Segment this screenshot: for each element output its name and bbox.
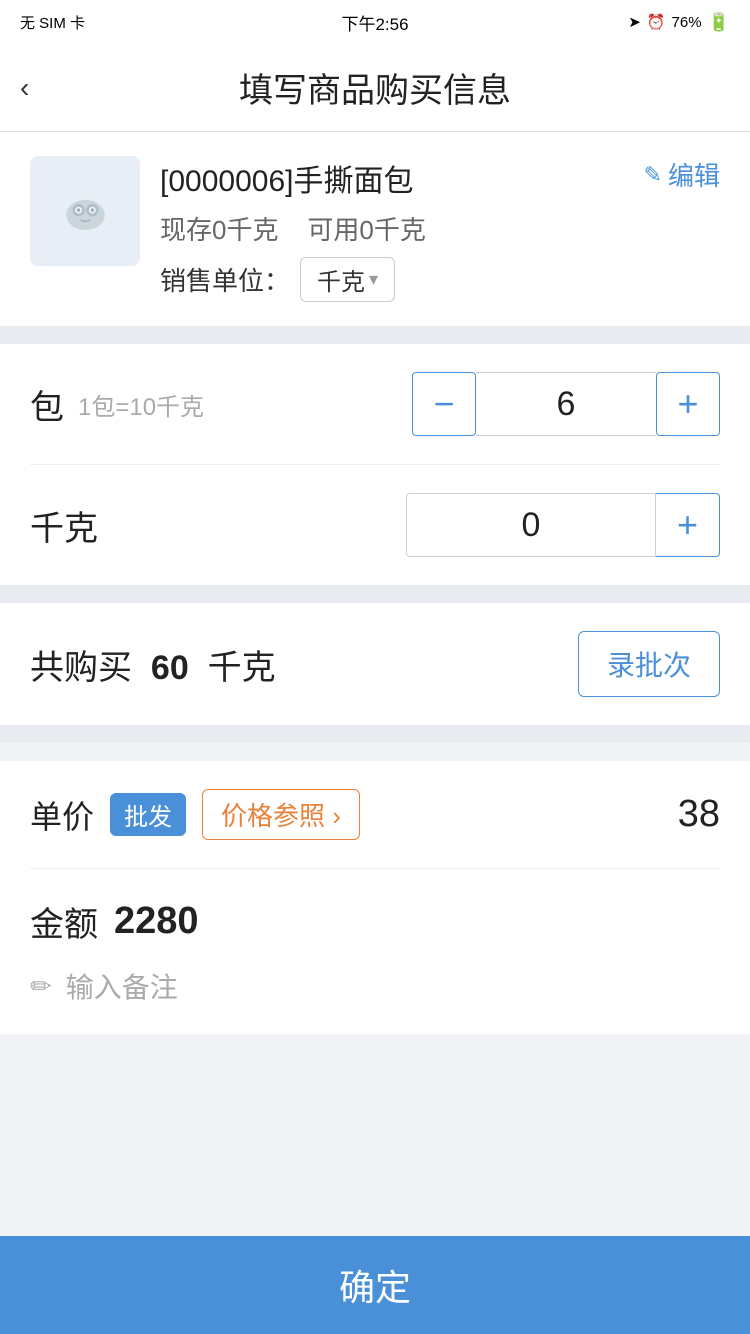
battery-label: 76%: [672, 14, 702, 31]
kg-quantity-input[interactable]: [406, 493, 656, 557]
summary-section: 共购买 60 千克 录批次: [0, 603, 750, 725]
pencil-icon: ✏: [30, 971, 52, 1002]
bao-label: 包 1包=10千克: [30, 380, 412, 429]
amount-label: 金额: [30, 897, 98, 946]
kg-input-row: 千克 +: [30, 465, 720, 585]
price-row: 单价 批发 价格参照 › 38: [30, 789, 720, 869]
summary-text: 共购买 60 千克: [30, 640, 276, 689]
status-right: ➤ ⏰ 76% 🔋: [628, 12, 730, 33]
batch-button[interactable]: 录批次: [578, 631, 720, 697]
product-info: [0000006]手撕面包 现存0千克 可用0千克 销售单位： 千克 ▾: [160, 156, 720, 302]
product-card-wrapper: [0000006]手撕面包 现存0千克 可用0千克 销售单位： 千克 ▾ ✎ 编…: [0, 132, 750, 326]
status-left: 无 SIM 卡: [20, 12, 93, 33]
price-section: 单价 批发 价格参照 › 38: [0, 761, 750, 869]
page-title: 填写商品购买信息: [239, 63, 511, 112]
price-value: 38: [678, 793, 720, 836]
status-bar: 无 SIM 卡 下午2:56 ➤ ⏰ 76% 🔋: [0, 0, 750, 44]
bao-increase-button[interactable]: +: [656, 372, 720, 436]
unit-selector[interactable]: 千克 ▾: [300, 257, 395, 302]
section-divider-1: [0, 326, 750, 344]
confirm-button[interactable]: 确定: [0, 1236, 750, 1334]
remark-placeholder: 输入备注: [66, 966, 178, 1006]
chevron-down-icon: ▾: [369, 269, 378, 290]
main-spacer: [0, 1034, 750, 1234]
back-button[interactable]: ‹: [20, 72, 29, 104]
bao-decrease-button[interactable]: −: [412, 372, 476, 436]
amount-section: 金额 2280 ✏ 输入备注: [0, 869, 750, 1034]
alarm-icon: ⏰: [647, 13, 666, 31]
edit-icon: ✎: [644, 162, 662, 188]
confirm-label: 确定: [339, 1259, 411, 1311]
product-logo-icon: [58, 184, 113, 239]
kg-increase-button[interactable]: +: [656, 493, 720, 557]
section-divider-2: [0, 585, 750, 603]
price-reference-button[interactable]: 价格参照 ›: [202, 789, 360, 840]
nav-bar: ‹ 填写商品购买信息: [0, 44, 750, 132]
price-type-badge: 批发: [110, 793, 186, 836]
remark-row[interactable]: ✏ 输入备注: [30, 966, 720, 1006]
product-unit-row: 销售单位： 千克 ▾: [160, 257, 720, 302]
quantity-section: 包 1包=10千克 − + 千克 +: [0, 344, 750, 585]
carrier-label: 无 SIM 卡: [20, 12, 85, 33]
battery-icon: 🔋: [708, 12, 730, 33]
product-name: [0000006]手撕面包: [160, 156, 720, 200]
amount-row: 金额 2280: [30, 897, 720, 946]
amount-value: 2280: [114, 900, 199, 943]
kg-quantity-control: +: [406, 493, 720, 557]
kg-label: 千克: [30, 501, 406, 550]
edit-button[interactable]: ✎ 编辑: [644, 156, 720, 193]
product-stock: 现存0千克 可用0千克: [160, 210, 720, 247]
section-divider-3: [0, 725, 750, 743]
status-time: 下午2:56: [341, 10, 408, 35]
bao-quantity-control: − +: [412, 372, 720, 436]
bao-quantity-input[interactable]: [476, 372, 656, 436]
product-card: [0000006]手撕面包 现存0千克 可用0千克 销售单位： 千克 ▾: [0, 132, 750, 326]
bao-input-row: 包 1包=10千克 − +: [30, 344, 720, 465]
product-thumbnail: [30, 156, 140, 266]
price-label: 单价: [30, 792, 94, 838]
location-icon: ➤: [628, 13, 641, 31]
